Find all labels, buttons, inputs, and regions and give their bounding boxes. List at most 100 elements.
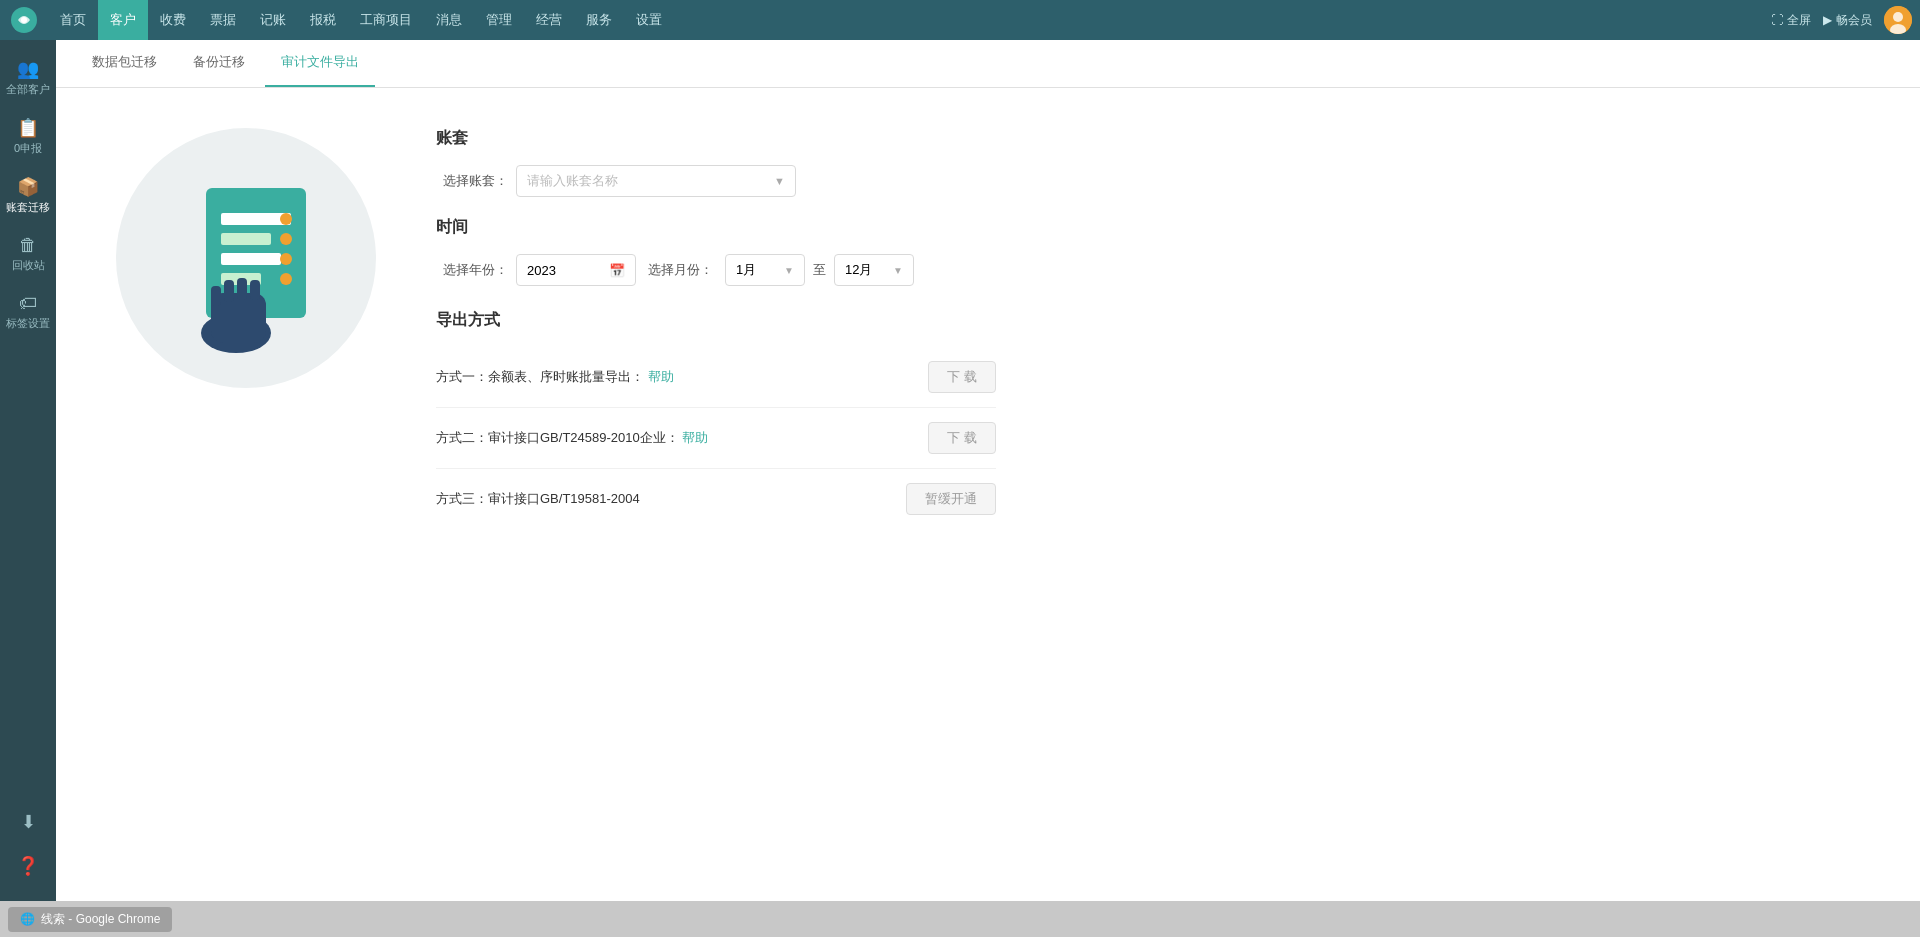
sidebar-item-tag-settings[interactable]: 🏷 标签设置: [0, 283, 56, 341]
sidebar-item-zero-declare[interactable]: 📋 0申报: [0, 107, 56, 166]
export-method-section: 导出方式 方式一：余额表、序时账批量导出： 帮助 下 载 方式二：审计接口GB/…: [436, 310, 996, 529]
nav-tax[interactable]: 报税: [298, 0, 348, 40]
year-value: 2023: [527, 263, 556, 278]
account-label: 选择账套：: [436, 172, 508, 190]
account-row: 选择账套： 请输入账套名称 ▼: [436, 165, 996, 197]
chrome-icon: 🌐: [20, 912, 35, 926]
month-start-select[interactable]: 1月 ▼: [725, 254, 805, 286]
export-method-row-2: 方式二：审计接口GB/T24589-2010企业： 帮助 下 载: [436, 408, 996, 469]
nav-business[interactable]: 工商项目: [348, 0, 424, 40]
fullscreen-icon: ⛶: [1771, 13, 1783, 27]
time-selectors: 2023 📅 选择月份： 1月 ▼ 至 12月 ▼: [516, 254, 914, 286]
svg-point-1: [21, 17, 27, 23]
nav-client[interactable]: 客户: [98, 0, 148, 40]
month-end-value: 12月: [845, 261, 872, 279]
recycle-icon: 🗑: [19, 235, 37, 256]
method-3-vip-button[interactable]: 暂缓开通: [906, 483, 996, 515]
method-1-label: 方式一：余额表、序时账批量导出： 帮助: [436, 368, 674, 386]
nav-billing[interactable]: 收费: [148, 0, 198, 40]
nav-home[interactable]: 首页: [48, 0, 98, 40]
sidebar-item-account-migrate-label: 账套迁移: [6, 200, 50, 215]
nav-message[interactable]: 消息: [424, 0, 474, 40]
svg-point-12: [280, 253, 292, 265]
month-start-dropdown-icon: ▼: [784, 265, 794, 276]
tab-backup-migrate[interactable]: 备份迁移: [177, 40, 261, 87]
method-1-download-button[interactable]: 下 载: [928, 361, 996, 393]
vip-icon: ▶: [1823, 13, 1832, 27]
sidebar-item-help[interactable]: ❓: [0, 845, 56, 889]
method-2-text: 方式二：审计接口GB/T24589-2010企业：: [436, 430, 679, 445]
sidebar-bottom: ⬇ ❓: [0, 801, 56, 901]
method-2-download-button[interactable]: 下 载: [928, 422, 996, 454]
year-label: 选择年份：: [436, 261, 508, 279]
svg-rect-18: [237, 278, 247, 300]
method-3-label: 方式三：审计接口GB/T19581-2004: [436, 490, 640, 508]
fullscreen-button[interactable]: ⛶ 全屏: [1771, 12, 1811, 29]
help-icon: ❓: [17, 855, 39, 877]
form-section: 账套 选择账套： 请输入账套名称 ▼ 时间 选择年份：: [436, 128, 996, 529]
tab-audit-export[interactable]: 审计文件导出: [265, 40, 375, 87]
svg-rect-7: [221, 233, 271, 245]
content-area: 数据包迁移 备份迁移 审计文件导出: [56, 40, 1920, 901]
method-1-text: 方式一：余额表、序时账批量导出：: [436, 369, 644, 384]
sidebar-item-download[interactable]: ⬇: [0, 801, 56, 845]
page-content: 账套 选择账套： 请输入账套名称 ▼ 时间 选择年份：: [56, 88, 1920, 901]
method-2-label: 方式二：审计接口GB/T24589-2010企业： 帮助: [436, 429, 708, 447]
nav-settings[interactable]: 设置: [624, 0, 674, 40]
account-dropdown-icon: ▼: [774, 175, 785, 187]
tag-settings-icon: 🏷: [19, 293, 37, 314]
nav-service[interactable]: 服务: [574, 0, 624, 40]
nav-invoice[interactable]: 票据: [198, 0, 248, 40]
nav-bookkeeping[interactable]: 记账: [248, 0, 298, 40]
sidebar-item-all-clients[interactable]: 👥 全部客户: [0, 48, 56, 107]
svg-rect-16: [211, 286, 221, 306]
export-wrapper: 账套 选择账套： 请输入账套名称 ▼ 时间 选择年份：: [116, 128, 1860, 529]
export-section-title: 导出方式: [436, 310, 996, 331]
svg-rect-17: [224, 280, 234, 302]
sidebar-item-tag-settings-label: 标签设置: [6, 316, 50, 331]
year-input[interactable]: 2023 📅: [516, 254, 636, 286]
nav-manage[interactable]: 管理: [474, 0, 524, 40]
time-section-title: 时间: [436, 217, 996, 238]
tab-data-migrate[interactable]: 数据包迁移: [76, 40, 173, 87]
vip-label: 畅会员: [1836, 12, 1872, 29]
sidebar-item-recycle[interactable]: 🗑 回收站: [0, 225, 56, 283]
svg-point-10: [280, 213, 292, 225]
sidebar-item-zero-declare-label: 0申报: [14, 141, 42, 156]
main-layout: 👥 全部客户 📋 0申报 📦 账套迁移 🗑 回收站 🏷 标签设置 ⬇ ❓: [0, 40, 1920, 901]
method-2-help-link[interactable]: 帮助: [682, 430, 708, 445]
download-icon: ⬇: [21, 811, 36, 833]
month-label: 选择月份：: [648, 261, 713, 279]
illustration: [116, 128, 376, 388]
sidebar-item-recycle-label: 回收站: [12, 258, 45, 273]
vip-button[interactable]: ▶ 畅会员: [1823, 12, 1872, 29]
zero-declare-icon: 📋: [17, 117, 39, 139]
method-3-text: 方式三：审计接口GB/T19581-2004: [436, 491, 640, 506]
month-end-select[interactable]: 12月 ▼: [834, 254, 914, 286]
nav-operation[interactable]: 经营: [524, 0, 574, 40]
tab-bar: 数据包迁移 备份迁移 审计文件导出: [56, 40, 1920, 88]
taskbar-item-label: 线索 - Google Chrome: [41, 911, 160, 928]
account-section-title: 账套: [436, 128, 996, 149]
time-row: 选择年份： 2023 📅 选择月份： 1月 ▼ 至: [436, 254, 996, 286]
month-end-dropdown-icon: ▼: [893, 265, 903, 276]
account-migrate-icon: 📦: [17, 176, 39, 198]
method-1-help-link[interactable]: 帮助: [648, 369, 674, 384]
taskbar-chrome-item[interactable]: 🌐 线索 - Google Chrome: [8, 907, 172, 932]
sidebar: 👥 全部客户 📋 0申报 📦 账套迁移 🗑 回收站 🏷 标签设置 ⬇ ❓: [0, 40, 56, 901]
avatar[interactable]: [1884, 6, 1912, 34]
calendar-icon: 📅: [609, 263, 625, 278]
nav-right-area: ⛶ 全屏 ▶ 畅会员: [1771, 6, 1912, 34]
month-start-value: 1月: [736, 261, 756, 279]
svg-rect-8: [221, 253, 281, 265]
all-clients-icon: 👥: [17, 58, 39, 80]
sidebar-item-all-clients-label: 全部客户: [6, 82, 50, 97]
app-logo: [8, 4, 40, 36]
svg-rect-19: [250, 280, 260, 300]
svg-point-13: [280, 273, 292, 285]
nav-items: 首页 客户 收费 票据 记账 报税 工商项目 消息 管理 经营 服务 设置: [48, 0, 1771, 40]
sidebar-item-account-migrate[interactable]: 📦 账套迁移: [0, 166, 56, 225]
fullscreen-label: 全屏: [1787, 12, 1811, 29]
svg-point-3: [1893, 12, 1903, 22]
account-input[interactable]: 请输入账套名称 ▼: [516, 165, 796, 197]
